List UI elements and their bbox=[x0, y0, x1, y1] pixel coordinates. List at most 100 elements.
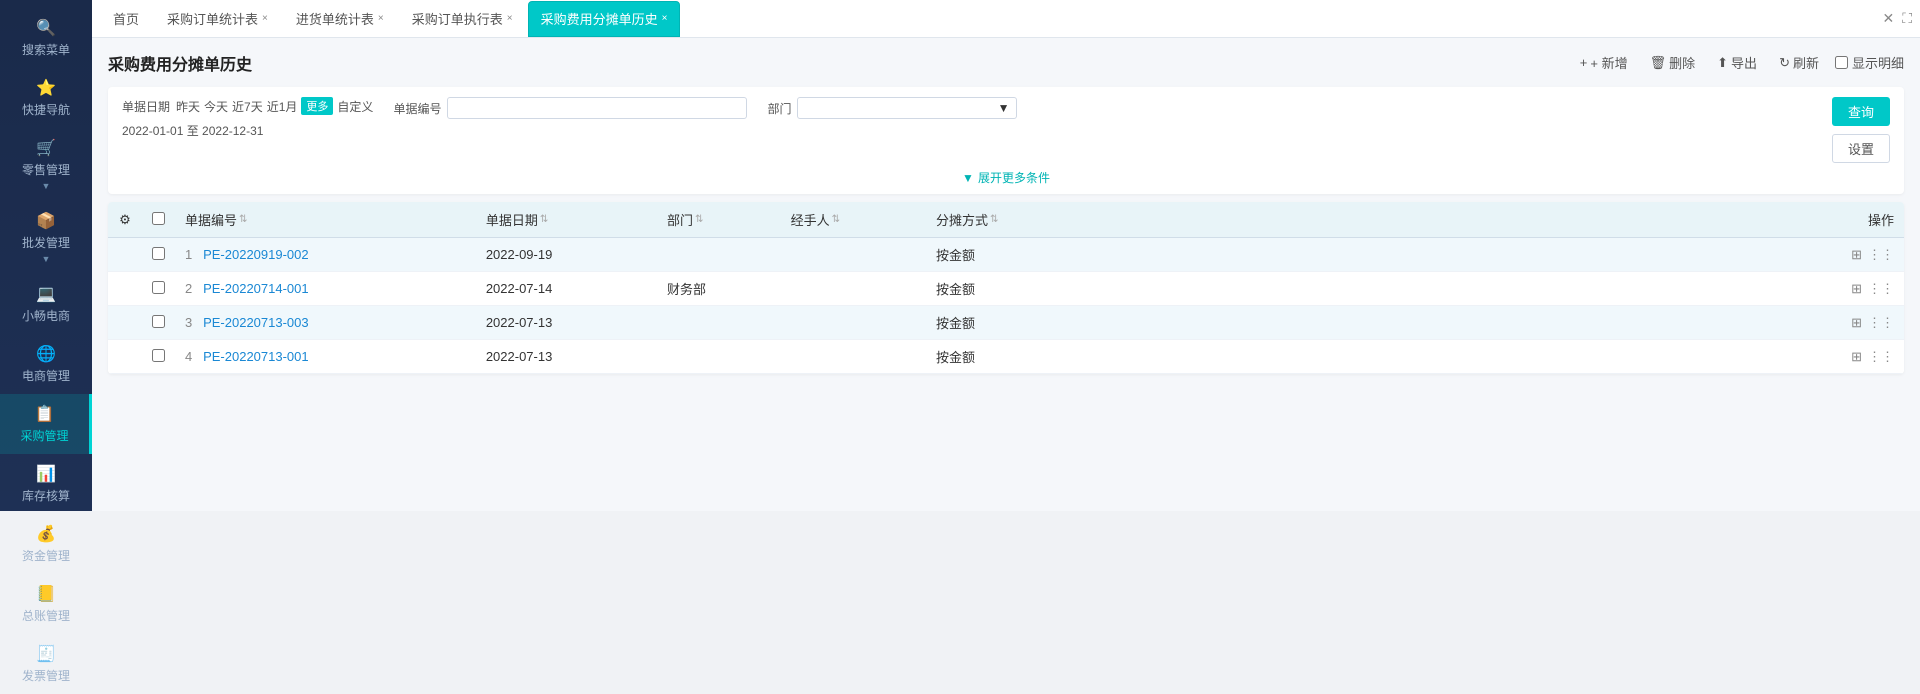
sidebar-item-label: 资金管理 bbox=[22, 547, 70, 564]
more-icon[interactable]: ⋮⋮ bbox=[1868, 315, 1894, 331]
query-button[interactable]: 查询 bbox=[1832, 97, 1890, 126]
expand-more[interactable]: ▼ 展开更多条件 bbox=[122, 169, 1890, 186]
row-select-checkbox[interactable] bbox=[152, 315, 165, 328]
close-icon[interactable]: × bbox=[378, 13, 384, 24]
doc-no-link[interactable]: PE-20220714-001 bbox=[203, 281, 309, 296]
refresh-icon: ↻ bbox=[1779, 55, 1790, 71]
table-row: 4 PE-20220713-001 2022-07-13 按金额 ⊞ ⋮⋮ bbox=[108, 340, 1904, 374]
row-alloc-method: 按金额 bbox=[926, 272, 1824, 306]
row-handler bbox=[781, 306, 926, 340]
row-num-and-doc: 3 PE-20220713-003 bbox=[175, 306, 476, 340]
fullscreen-icon[interactable]: ⛶ bbox=[1902, 10, 1912, 27]
date-custom[interactable]: 自定义 bbox=[337, 98, 373, 115]
row-doc-date: 2022-07-14 bbox=[476, 272, 657, 306]
row-settings bbox=[108, 306, 142, 340]
box-icon: 📦 bbox=[36, 211, 56, 231]
close-icon[interactable]: × bbox=[262, 13, 268, 24]
sidebar-item-ecom-small[interactable]: 💻 小畅电商 bbox=[0, 274, 92, 334]
sort-icon: ⇅ bbox=[990, 214, 998, 225]
tab-import-stats[interactable]: 进货单统计表 × bbox=[283, 1, 397, 37]
row-dept bbox=[657, 306, 781, 340]
date-1month[interactable]: 近1月 bbox=[267, 98, 298, 115]
refresh-button[interactable]: ↻ 刷新 bbox=[1773, 50, 1825, 75]
sidebar-item-finance[interactable]: 💰 资金管理 bbox=[0, 514, 92, 574]
page-title: 采购费用分摊单历史 bbox=[108, 51, 252, 75]
col-alloc-method[interactable]: 分摊方式 ⇅ bbox=[926, 202, 1824, 238]
col-doc-no[interactable]: 单据编号 ⇅ bbox=[175, 202, 476, 238]
search-icon: 🔍 bbox=[36, 18, 56, 38]
add-button[interactable]: + + 新增 bbox=[1574, 50, 1634, 75]
show-detail-input[interactable] bbox=[1835, 56, 1848, 69]
more-icon[interactable]: ⋮⋮ bbox=[1868, 349, 1894, 365]
more-icon[interactable]: ⋮⋮ bbox=[1868, 247, 1894, 263]
col-settings[interactable]: ⚙ bbox=[108, 202, 142, 238]
date-7days[interactable]: 近7天 bbox=[232, 98, 263, 115]
table-row: 3 PE-20220713-003 2022-07-13 按金额 ⊞ ⋮⋮ bbox=[108, 306, 1904, 340]
col-handler[interactable]: 经手人 ⇅ bbox=[781, 202, 926, 238]
sidebar-item-quick[interactable]: ⭐ 快捷导航 bbox=[0, 68, 92, 128]
main-content: 首页 采购订单统计表 × 进货单统计表 × 采购订单执行表 × 采购费用分摊单历… bbox=[92, 0, 1920, 511]
col-doc-date[interactable]: 单据日期 ⇅ bbox=[476, 202, 657, 238]
delete-button[interactable]: 🗑 删除 bbox=[1644, 50, 1702, 75]
date-yesterday[interactable]: 昨天 bbox=[176, 98, 200, 115]
more-icon[interactable]: ⋮⋮ bbox=[1868, 281, 1894, 297]
row-select-checkbox[interactable] bbox=[152, 349, 165, 362]
row-operations: ⊞ ⋮⋮ bbox=[1824, 340, 1904, 374]
setting-button[interactable]: 设置 bbox=[1832, 134, 1890, 163]
doc-no-link[interactable]: PE-20220713-001 bbox=[203, 349, 309, 364]
close-all-icon[interactable]: ✕ bbox=[1882, 10, 1894, 27]
doc-no-input[interactable] bbox=[447, 97, 747, 119]
row-select-checkbox[interactable] bbox=[152, 247, 165, 260]
tab-cost-alloc[interactable]: 采购费用分摊单历史 × bbox=[528, 1, 681, 37]
view-icon[interactable]: ⊞ bbox=[1851, 315, 1862, 331]
row-number: 1 bbox=[185, 247, 199, 262]
sidebar-item-invoice[interactable]: 🧾 发票管理 bbox=[0, 634, 92, 694]
view-icon[interactable]: ⊞ bbox=[1851, 281, 1862, 297]
sidebar-item-purchase[interactable]: 📋 采购管理 bbox=[0, 394, 92, 454]
row-checkbox[interactable] bbox=[142, 340, 175, 374]
row-checkbox[interactable] bbox=[142, 306, 175, 340]
tab-home[interactable]: 首页 bbox=[100, 1, 152, 37]
row-checkbox[interactable] bbox=[142, 238, 175, 272]
sidebar-item-retail[interactable]: 🛒 零售管理 ▼ bbox=[0, 128, 92, 201]
col-dept-label: 部门 bbox=[667, 210, 693, 229]
close-icon[interactable]: × bbox=[662, 13, 668, 24]
sidebar-item-ecom[interactable]: 🌐 电商管理 bbox=[0, 334, 92, 394]
sidebar-item-wholesale[interactable]: 📦 批发管理 ▼ bbox=[0, 201, 92, 274]
row-operations: ⊞ ⋮⋮ bbox=[1824, 272, 1904, 306]
show-detail-checkbox[interactable]: 显示明细 bbox=[1835, 53, 1904, 72]
sidebar-item-ledger[interactable]: 📒 总账管理 bbox=[0, 574, 92, 634]
tab-bar: 首页 采购订单统计表 × 进货单统计表 × 采购订单执行表 × 采购费用分摊单历… bbox=[92, 0, 1920, 38]
sort-icon: ⇅ bbox=[695, 214, 703, 225]
row-handler bbox=[781, 272, 926, 306]
doc-no-link[interactable]: PE-20220919-002 bbox=[203, 247, 309, 262]
tab-po-stats[interactable]: 采购订单统计表 × bbox=[154, 1, 281, 37]
row-number: 2 bbox=[185, 281, 199, 296]
close-icon[interactable]: × bbox=[507, 13, 513, 24]
sidebar-item-search[interactable]: 🔍 搜索菜单 bbox=[0, 8, 92, 68]
row-doc-date: 2022-09-19 bbox=[476, 238, 657, 272]
tab-po-exec[interactable]: 采购订单执行表 × bbox=[399, 1, 526, 37]
col-dept[interactable]: 部门 ⇅ bbox=[657, 202, 781, 238]
sidebar-item-label: 小畅电商 bbox=[22, 307, 70, 324]
dept-select[interactable]: ▼ bbox=[797, 97, 1017, 119]
view-icon[interactable]: ⊞ bbox=[1851, 349, 1862, 365]
export-button[interactable]: ⬆ 导出 bbox=[1711, 50, 1763, 75]
date-more-btn[interactable]: 更多 bbox=[301, 97, 333, 115]
delete-icon: 🗑 bbox=[1650, 55, 1667, 71]
row-checkbox[interactable] bbox=[142, 272, 175, 306]
date-quick: 昨天 今天 近7天 近1月 更多 自定义 bbox=[176, 97, 373, 115]
doc-no-link[interactable]: PE-20220713-003 bbox=[203, 315, 309, 330]
col-checkbox[interactable] bbox=[142, 202, 175, 238]
sidebar-item-inventory[interactable]: 📊 库存核算 bbox=[0, 454, 92, 514]
select-all-checkbox[interactable] bbox=[152, 212, 165, 225]
table-header-row: ⚙ 单据编号 ⇅ bbox=[108, 202, 1904, 238]
date-today[interactable]: 今天 bbox=[204, 98, 228, 115]
view-icon[interactable]: ⊞ bbox=[1851, 247, 1862, 263]
table-row: 1 PE-20220919-002 2022-09-19 按金额 ⊞ ⋮⋮ bbox=[108, 238, 1904, 272]
doc-no-label: 单据编号 bbox=[393, 100, 441, 117]
table-body: 1 PE-20220919-002 2022-09-19 按金额 ⊞ ⋮⋮ 2 … bbox=[108, 238, 1904, 374]
toolbar: + + 新增 🗑 删除 ⬆ 导出 ↻ 刷新 显示明细 bbox=[1574, 50, 1904, 75]
sidebar-item-label: 快捷导航 bbox=[22, 101, 70, 118]
row-select-checkbox[interactable] bbox=[152, 281, 165, 294]
